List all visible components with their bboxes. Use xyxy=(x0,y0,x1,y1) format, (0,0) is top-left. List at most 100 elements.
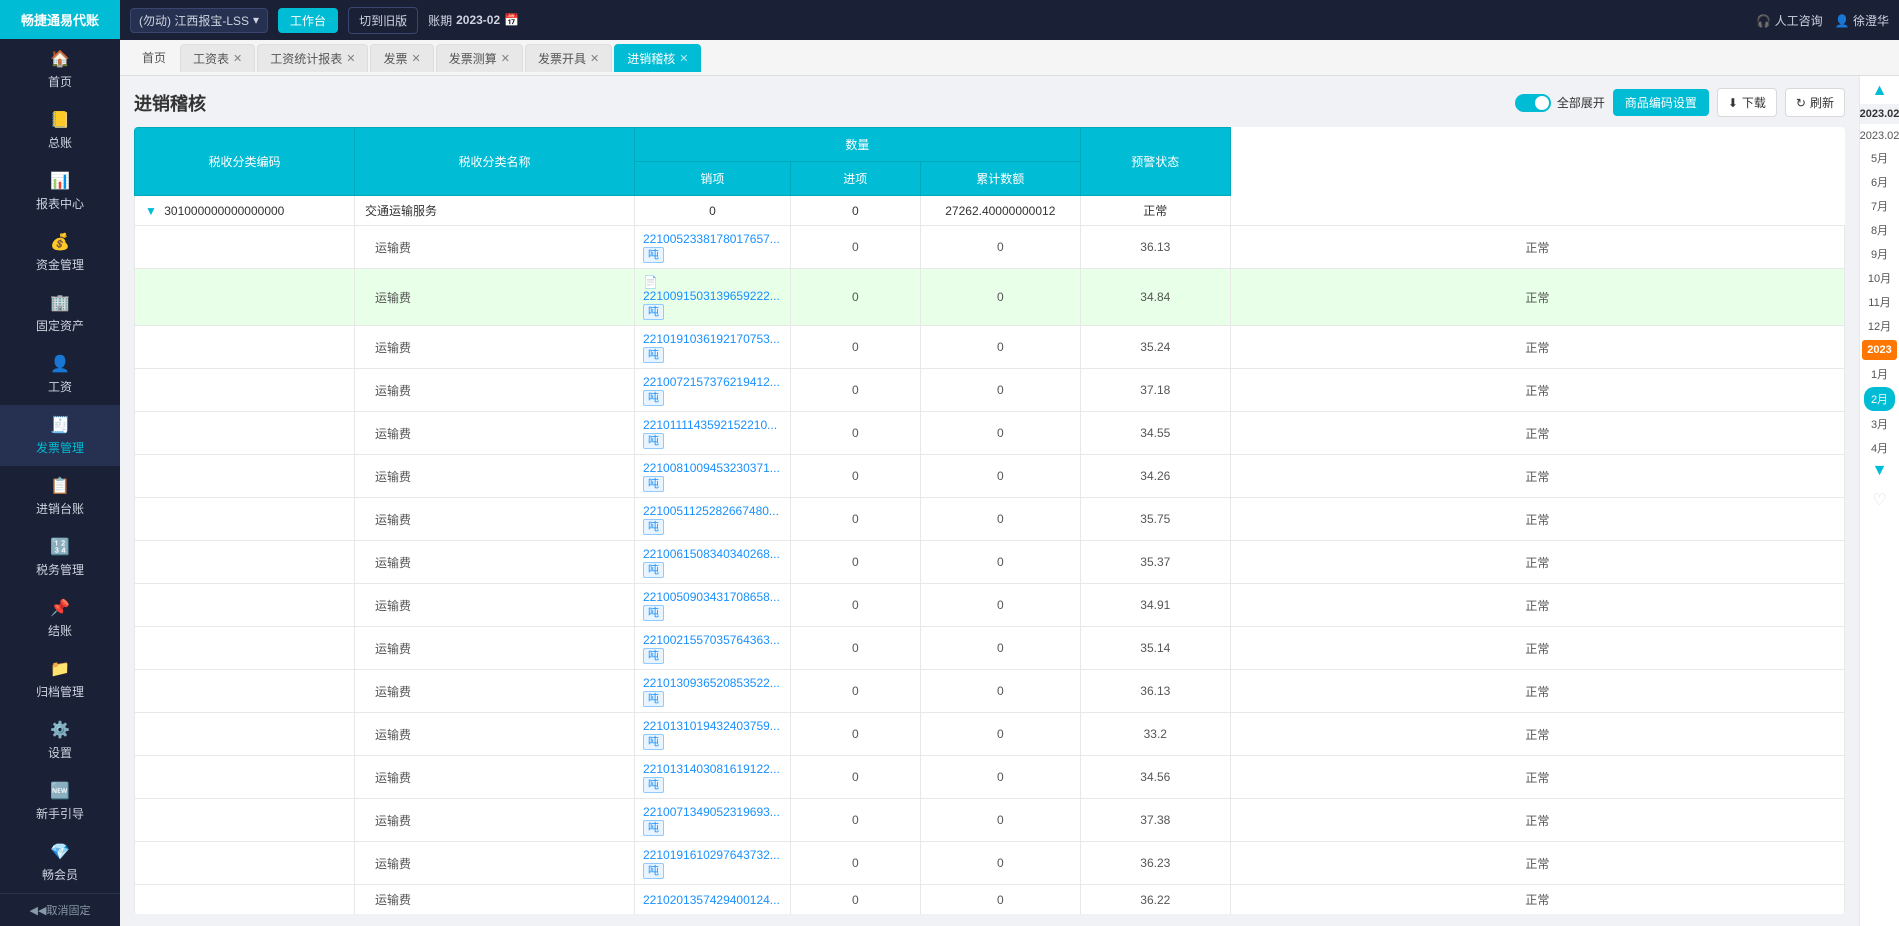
timeline-9[interactable]: 9月 xyxy=(1860,242,1899,266)
table-row[interactable]: 运输费 📄 2210091503139659222... 吨 0 0 34.84… xyxy=(135,269,1845,326)
toggle-track[interactable] xyxy=(1515,94,1551,112)
cell-cumulative: 35.75 xyxy=(1080,498,1230,541)
invoice-link[interactable]: 2210131019432403759... xyxy=(643,719,780,733)
support-link[interactable]: 🎧 人工咨询 xyxy=(1756,12,1822,29)
timeline-12[interactable]: 12月 xyxy=(1860,314,1899,338)
col-header-status: 预警状态 xyxy=(1080,128,1230,196)
tab-salary-table[interactable]: 工资表 ✕ xyxy=(180,44,255,72)
timeline-1[interactable]: 1月 xyxy=(1860,362,1899,386)
invoice-link[interactable]: 2210091503139659222... xyxy=(643,289,780,303)
close-icon[interactable]: ✕ xyxy=(412,52,421,65)
settings-code-button[interactable]: 商品编码设置 xyxy=(1613,89,1709,116)
cell-invoice: 2210072157376219412... 吨 xyxy=(635,369,791,412)
timeline-year-2023-top[interactable]: 2023.02 xyxy=(1860,104,1899,124)
table-row[interactable]: 运输费 2210191610297643732... 吨 0 0 36.23 正… xyxy=(135,842,1845,885)
workbench-button[interactable]: 工作台 xyxy=(278,8,338,33)
invoice-link[interactable]: 2210111143592152210... xyxy=(643,418,777,432)
invoice-link[interactable]: 2210061508340340268... xyxy=(643,547,780,561)
close-icon[interactable]: ✕ xyxy=(679,52,688,65)
timeline-5[interactable]: 5月 xyxy=(1860,146,1899,170)
calendar-icon[interactable]: 📅 xyxy=(504,13,519,27)
table-row[interactable]: 运输费 2210072157376219412... 吨 0 0 37.18 正… xyxy=(135,369,1845,412)
table-row[interactable]: 运输费 2210131019432403759... 吨 0 0 33.2 正常 xyxy=(135,713,1845,756)
timeline-year-2023-marker[interactable]: 2023 xyxy=(1862,340,1897,360)
timeline-11[interactable]: 11月 xyxy=(1860,290,1899,314)
close-icon[interactable]: ✕ xyxy=(233,52,242,65)
timeline-2023-02-top[interactable]: 2023.02 xyxy=(1860,126,1899,146)
timeline-2-active[interactable]: 2月 xyxy=(1864,387,1895,411)
timeline-down-arrow[interactable]: ▼ xyxy=(1870,460,1890,482)
tabs-bar: 首页 工资表 ✕ 工资统计报表 ✕ 发票 ✕ 发票测算 ✕ 发票开具 ✕ 进销稽… xyxy=(120,40,1899,76)
tab-invoice[interactable]: 发票 ✕ xyxy=(370,44,433,72)
cell-name: 运输费 xyxy=(355,269,635,326)
timeline-7[interactable]: 7月 xyxy=(1860,194,1899,218)
timeline-10[interactable]: 10月 xyxy=(1860,266,1899,290)
table-row[interactable]: 运输费 2210051125282667480... 吨 0 0 35.75 正… xyxy=(135,498,1845,541)
table-row[interactable]: 运输费 2210111143592152210... 吨 0 0 34.55 正… xyxy=(135,412,1845,455)
table-row[interactable]: 运输费 2210130936520853522... 吨 0 0 36.13 正… xyxy=(135,670,1845,713)
sidebar-item-vip[interactable]: 💎 畅会员 xyxy=(0,832,120,893)
sidebar-item-archive[interactable]: 📁 归档管理 xyxy=(0,649,120,710)
timeline-3[interactable]: 3月 xyxy=(1860,412,1899,436)
timeline-up-arrow[interactable]: ▲ xyxy=(1870,80,1890,102)
invoice-link[interactable]: 2210131403081619122... xyxy=(643,762,780,776)
sidebar-item-home[interactable]: 🏠 首页 xyxy=(0,39,120,100)
close-icon[interactable]: ✕ xyxy=(590,52,599,65)
invoice-link[interactable]: 2210021557035764363... xyxy=(643,633,780,647)
invoice-link[interactable]: 2210050903431708658... xyxy=(643,590,780,604)
sidebar-item-salary[interactable]: 👤 工资 xyxy=(0,344,120,405)
table-row[interactable]: 运输费 2210021557035764363... 吨 0 0 35.14 正… xyxy=(135,627,1845,670)
refresh-button[interactable]: ↻ 刷新 xyxy=(1785,88,1845,117)
invoice-link[interactable]: 2210072157376219412... xyxy=(643,375,780,389)
sidebar-item-funds[interactable]: 💰 资金管理 xyxy=(0,222,120,283)
sidebar-item-purchase[interactable]: 📋 进销台账 xyxy=(0,466,120,527)
invoice-link[interactable]: 2210052338178017657... xyxy=(643,232,780,246)
user-menu[interactable]: 👤 徐澄华 xyxy=(1835,12,1889,29)
tab-salary-stats[interactable]: 工资统计报表 ✕ xyxy=(257,44,368,72)
sidebar-item-guide[interactable]: 🆕 新手引导 xyxy=(0,771,120,832)
sidebar-item-ledger[interactable]: 📒 总账 xyxy=(0,100,120,161)
company-selector[interactable]: (勿动) 江西报宝-LSS ▾ xyxy=(130,8,268,33)
invoice-link[interactable]: 2210191610297643732... xyxy=(643,848,780,862)
sidebar-item-settings[interactable]: ⚙️ 设置 xyxy=(0,710,120,771)
tab-home[interactable]: 首页 xyxy=(130,44,178,71)
table-row[interactable]: 运输费 2210131403081619122... 吨 0 0 34.56 正… xyxy=(135,756,1845,799)
sidebar-item-invoice[interactable]: 🧾 发票管理 xyxy=(0,405,120,466)
close-icon[interactable]: ✕ xyxy=(346,52,355,65)
sidebar-item-assets[interactable]: 🏢 固定资产 xyxy=(0,283,120,344)
table-row[interactable]: 运输费 2210201357429400124... 0 0 36.22 正常 xyxy=(135,885,1845,915)
table-row[interactable]: 运输费 2210071349052319693... 吨 0 0 37.38 正… xyxy=(135,799,1845,842)
tab-invoice-issue[interactable]: 发票开具 ✕ xyxy=(525,44,612,72)
sidebar: 畅捷通易代账 🏠 首页 📒 总账 📊 报表中心 💰 资金管理 🏢 固定资产 👤 … xyxy=(0,0,120,926)
table-row[interactable]: 运输费 2210191036192170753... 吨 0 0 35.24 正… xyxy=(135,326,1845,369)
timeline-4[interactable]: 4月 xyxy=(1860,436,1899,460)
tab-invoice-calc[interactable]: 发票测算 ✕ xyxy=(436,44,523,72)
invoice-link[interactable]: 2210130936520853522... xyxy=(643,676,780,690)
tab-sales-check[interactable]: 进销稽核 ✕ xyxy=(614,44,701,72)
sidebar-item-close[interactable]: 📌 结账 xyxy=(0,588,120,649)
invoice-link[interactable]: 2210081009453230371... xyxy=(643,461,780,475)
invoice-link[interactable]: 2210071349052319693... xyxy=(643,805,780,819)
table-row[interactable]: ▼ 301000000000000000 交通运输服务 0 0 27262.40… xyxy=(135,196,1845,226)
table-row[interactable]: 运输费 2210052338178017657... 吨 0 0 36.13 正… xyxy=(135,226,1845,269)
table-row[interactable]: 运输费 2210050903431708658... 吨 0 0 34.91 正… xyxy=(135,584,1845,627)
close-icon[interactable]: ✕ xyxy=(501,52,510,65)
cell-cumulative: 34.84 xyxy=(1080,269,1230,326)
col-sub-cumulative: 累计数额 xyxy=(920,162,1080,196)
invoice-link[interactable]: 2210191036192170753... xyxy=(643,332,780,346)
table-row[interactable]: 运输费 2210081009453230371... 吨 0 0 34.26 正… xyxy=(135,455,1845,498)
invoice-link[interactable]: 2210051125282667480... xyxy=(643,504,779,518)
invoice-link[interactable]: 2210201357429400124... xyxy=(643,893,780,907)
switch-version-button[interactable]: 切到旧版 xyxy=(348,7,418,34)
timeline-6[interactable]: 6月 xyxy=(1860,170,1899,194)
unpin-button[interactable]: ◀◀ 取消固定 xyxy=(0,893,120,926)
download-button[interactable]: ⬇ 下载 xyxy=(1717,88,1777,117)
timeline-8[interactable]: 8月 xyxy=(1860,218,1899,242)
sidebar-item-reports[interactable]: 📊 报表中心 xyxy=(0,161,120,222)
expand-toggle[interactable]: 全部展开 xyxy=(1515,94,1605,112)
cell-status: 正常 xyxy=(1230,713,1844,756)
download-icon: ⬇ xyxy=(1728,96,1738,110)
expand-icon[interactable]: ▼ xyxy=(145,204,157,218)
table-row[interactable]: 运输费 2210061508340340268... 吨 0 0 35.37 正… xyxy=(135,541,1845,584)
sidebar-item-tax[interactable]: 🔢 税务管理 xyxy=(0,527,120,588)
